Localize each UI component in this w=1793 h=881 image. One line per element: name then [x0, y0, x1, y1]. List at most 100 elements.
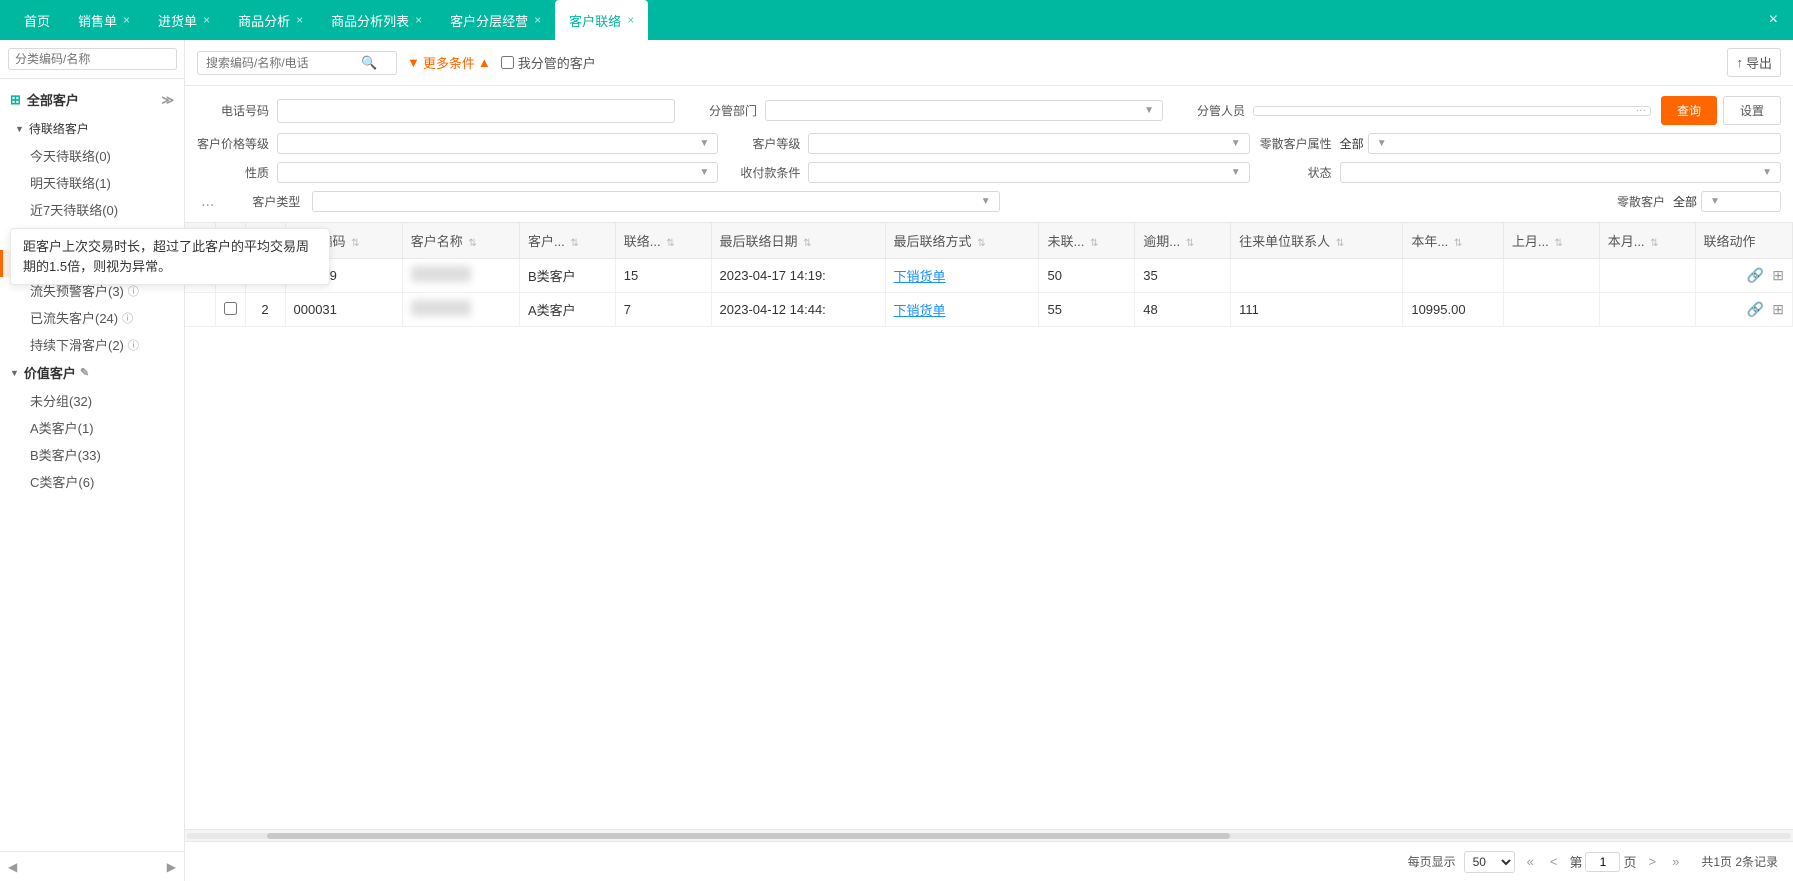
td-row1-contact: 15	[615, 259, 711, 293]
row1-link-icon[interactable]: 🔗	[1747, 267, 1764, 284]
close-customer-contact-icon[interactable]: ×	[627, 13, 634, 27]
page-number-input[interactable]	[1585, 852, 1620, 872]
cust-type-select[interactable]: ▼	[312, 191, 999, 212]
sidebar-scroll-right-icon[interactable]: ▶	[167, 860, 176, 874]
scroll-thumb[interactable]	[267, 833, 1229, 839]
page-suffix: 页	[1623, 852, 1636, 871]
sort-unreached-icon[interactable]: ⇅	[1090, 238, 1098, 249]
edit-icon[interactable]: ✎	[80, 366, 89, 379]
filter-dots[interactable]: ...	[197, 193, 218, 211]
manager-select[interactable]: ···	[1253, 106, 1651, 116]
sidebar-leaf-declining[interactable]: 持续下滑客户(2) ⓘ	[0, 331, 184, 358]
data-table-area: ⚙ 客户编码 ⇅ 客户名称	[185, 223, 1793, 829]
close-purchase-icon[interactable]: ×	[203, 13, 210, 27]
td-row2-overdue: 48	[1135, 293, 1231, 327]
price-level-select[interactable]: ▼	[277, 133, 718, 154]
nav-item-customer-contact[interactable]: 客户联络 ×	[555, 0, 648, 40]
sidebar-leaf-a-class[interactable]: A类客户(1)	[0, 414, 184, 441]
filter-bar: 🔍 ▼ 更多条件 ▲ 我分管的客户 ↑ 导出	[185, 40, 1793, 86]
filter-field-manager: 分管人员 ···	[1173, 102, 1651, 119]
row1-qr-icon[interactable]: ⊞	[1772, 267, 1784, 284]
sort-this-month-icon[interactable]: ⇅	[1650, 238, 1658, 249]
last-page-button[interactable]: »	[1668, 852, 1683, 871]
nav-item-customer-segment[interactable]: 客户分层经营 ×	[436, 0, 555, 40]
sort-name-icon[interactable]: ⇅	[468, 238, 476, 249]
next-page-button[interactable]: >	[1644, 852, 1660, 871]
close-customer-segment-icon[interactable]: ×	[534, 13, 541, 27]
sort-unit-contact-icon[interactable]: ⇅	[1336, 238, 1344, 249]
td-row1-unit-contact	[1231, 259, 1403, 293]
per-page-select[interactable]: 50 20 100	[1464, 851, 1515, 873]
nav-item-sales[interactable]: 销售单 ×	[64, 0, 144, 40]
sidebar-leaf-tomorrow[interactable]: 明天待联络(1)	[0, 169, 184, 196]
sidebar-leaf-today[interactable]: 今天待联络(0)	[0, 142, 184, 169]
sort-overdue-icon[interactable]: ⇅	[1186, 238, 1194, 249]
filter-field-status: 状态 ▼	[1260, 162, 1781, 183]
grid-icon: ⊞	[10, 92, 21, 108]
td-row2-custtype: A类客户	[519, 293, 615, 327]
th-this-year: 本年... ⇅	[1403, 223, 1504, 259]
dept-select[interactable]: ▼	[765, 100, 1163, 121]
sidebar-scroll-left-icon[interactable]: ◀	[8, 860, 17, 874]
cust-type-label: 客户类型	[228, 193, 308, 210]
filter-search-icon[interactable]: 🔍	[361, 55, 377, 71]
sidebar-section-pending[interactable]: 待联络客户	[0, 115, 184, 142]
cust-level-select[interactable]: ▼	[808, 133, 1249, 154]
close-product-list-icon[interactable]: ×	[415, 13, 422, 27]
setting-button[interactable]: 设置	[1723, 96, 1781, 125]
page-info: 第 页	[1569, 852, 1636, 872]
cust-type-chevron-down-icon: ▼	[981, 196, 991, 207]
th-overdue: 逾期... ⇅	[1135, 223, 1231, 259]
nav-item-home[interactable]: 首页	[10, 0, 64, 40]
sort-this-year-icon[interactable]: ⇅	[1454, 238, 1462, 249]
td-row1-custtype: B类客户	[519, 259, 615, 293]
retail-attr-select[interactable]: ▼	[1368, 133, 1781, 154]
sidebar-leaf-c-class[interactable]: C类客户(6)	[0, 468, 184, 495]
sort-last-contact-method-icon[interactable]: ⇅	[977, 238, 985, 249]
sidebar-leaf-b-class[interactable]: B类客户(33)	[0, 441, 184, 468]
nav-item-purchase[interactable]: 进货单 ×	[144, 0, 224, 40]
payment-select[interactable]: ▼	[808, 162, 1249, 183]
more-conditions-button[interactable]: ▼ 更多条件 ▲	[407, 53, 491, 72]
close-sales-icon[interactable]: ×	[123, 13, 130, 27]
row2-checkbox[interactable]	[224, 302, 237, 315]
sort-last-contact-date-icon[interactable]: ⇅	[803, 238, 811, 249]
sidebar-leaf-churned[interactable]: 已流失客户(24) ⓘ	[0, 304, 184, 331]
th-custtype: 客户... ⇅	[519, 223, 615, 259]
export-button[interactable]: ↑ 导出	[1727, 48, 1781, 77]
filter-search-input[interactable]	[206, 56, 361, 70]
sidebar-search-input[interactable]	[8, 48, 177, 70]
sort-code-icon[interactable]: ⇅	[351, 238, 359, 249]
my-customer-checkbox[interactable]	[501, 56, 514, 69]
query-button[interactable]: 查询	[1661, 96, 1717, 125]
sidebar-root-all-customers[interactable]: ⊞ 全部客户 ≫	[0, 84, 184, 115]
last-method-link-1[interactable]: 下销货单	[894, 269, 946, 284]
last-method-link-2[interactable]: 下销货单	[894, 303, 946, 318]
th-last-month-label: 上月...	[1512, 234, 1549, 249]
sidebar-collapse-icon[interactable]: ≫	[161, 93, 174, 107]
prev-page-button[interactable]: <	[1546, 852, 1562, 871]
filter-btn-group: 查询 设置	[1661, 96, 1781, 125]
status-select[interactable]: ▼	[1340, 162, 1781, 183]
sidebar-leaf-7days[interactable]: 近7天待联络(0)	[0, 196, 184, 223]
row2-link-icon[interactable]: 🔗	[1747, 301, 1764, 318]
td-row2-this-month	[1599, 293, 1695, 327]
nav-item-product-analysis[interactable]: 商品分析 ×	[224, 0, 317, 40]
sort-last-month-icon[interactable]: ⇅	[1554, 238, 1562, 249]
sort-custtype-icon[interactable]: ⇅	[570, 238, 578, 249]
th-this-month-label: 本月...	[1608, 234, 1645, 249]
row1-action-buttons: 🔗 ⊞	[1704, 267, 1785, 284]
sidebar-section-value[interactable]: 价值客户 ✎	[0, 358, 184, 387]
gender-chevron-down-icon: ▼	[699, 167, 709, 178]
window-close-button[interactable]: ×	[1769, 11, 1778, 29]
sidebar-leaf-ungrouped[interactable]: 未分组(32)	[0, 387, 184, 414]
row2-qr-icon[interactable]: ⊞	[1772, 301, 1784, 318]
horizontal-scrollbar[interactable]	[185, 829, 1793, 841]
gender-select[interactable]: ▼	[277, 162, 718, 183]
first-page-button[interactable]: «	[1523, 852, 1538, 871]
retail-select[interactable]: ▼	[1701, 191, 1781, 212]
sort-contact-icon[interactable]: ⇅	[666, 238, 674, 249]
phone-input[interactable]	[277, 99, 675, 123]
nav-item-product-list[interactable]: 商品分析列表 ×	[317, 0, 436, 40]
close-product-analysis-icon[interactable]: ×	[296, 13, 303, 27]
